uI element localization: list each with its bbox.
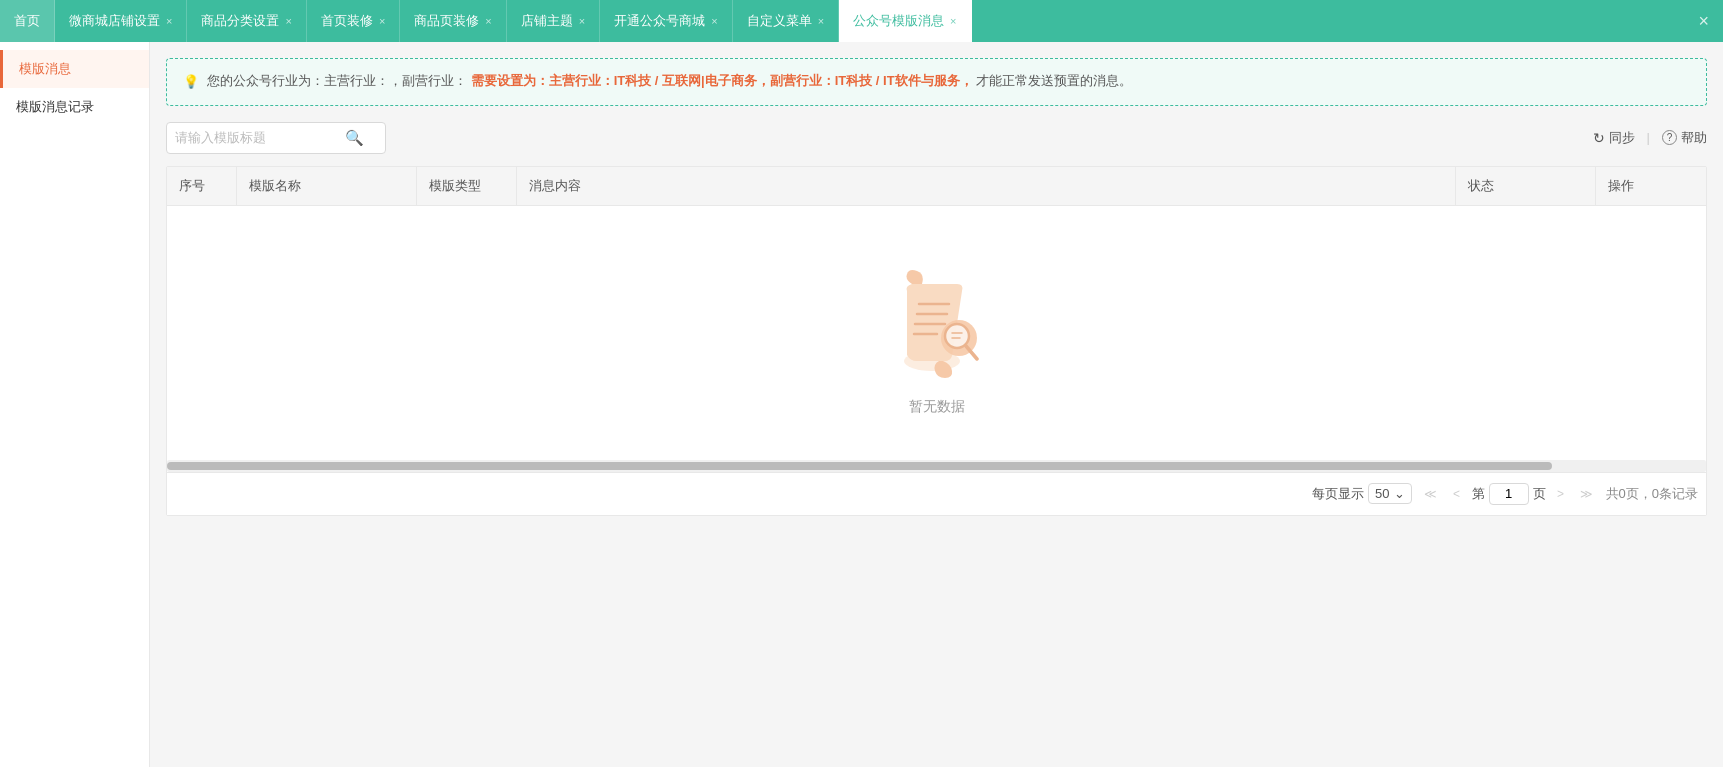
nav-tab-home-decor-label: 首页装修 <box>321 12 373 30</box>
nav-tab-shop-theme[interactable]: 店铺主题 × <box>507 0 600 42</box>
empty-illustration <box>877 266 997 386</box>
nav-tab-home-label: 首页 <box>14 12 40 30</box>
nav-tab-template-msg[interactable]: 公众号模版消息 × <box>839 0 971 42</box>
empty-state: 暂无数据 <box>167 206 1706 456</box>
close-icon[interactable]: × <box>818 15 824 27</box>
help-button[interactable]: ? 帮助 <box>1662 129 1707 147</box>
table-header: 序号 模版名称 模版类型 消息内容 状态 操作 <box>167 167 1706 206</box>
sync-label: 同步 <box>1609 129 1635 147</box>
data-table: 序号 模版名称 模版类型 消息内容 状态 操作 <box>166 166 1707 516</box>
close-icon[interactable]: × <box>285 15 291 27</box>
nav-tab-custom-menu[interactable]: 自定义菜单 × <box>733 0 839 42</box>
last-page-button[interactable]: ≫ <box>1576 483 1598 505</box>
next-page-button[interactable]: > <box>1550 483 1572 505</box>
page-size-label: 每页显示 <box>1312 485 1364 503</box>
page-size-dropdown[interactable]: 50 ⌄ <box>1368 483 1411 504</box>
chevron-down-icon: ⌄ <box>1394 486 1405 501</box>
nav-tab-template-msg-label: 公众号模版消息 <box>853 12 944 30</box>
page-size-select: 每页显示 50 ⌄ <box>1312 483 1411 504</box>
nav-tab-category-setting[interactable]: 商品分类设置 × <box>187 0 306 42</box>
top-nav: 首页 微商城店铺设置 × 商品分类设置 × 首页装修 × 商品页装修 × 店铺主… <box>0 0 1723 42</box>
nav-tab-home-decor[interactable]: 首页装修 × <box>307 0 400 42</box>
info-banner-text: 您的公众号行业为：主营行业：，副营行业： 需要设置为：主营行业：IT科技 / 互… <box>207 71 1132 92</box>
nav-tab-shop-theme-label: 店铺主题 <box>521 12 573 30</box>
sidebar-item-template-msg[interactable]: 模版消息 <box>0 50 149 88</box>
help-icon: ? <box>1662 130 1677 145</box>
nav-tab-custom-menu-label: 自定义菜单 <box>747 12 812 30</box>
search-input-wrap[interactable]: 🔍 <box>166 122 386 154</box>
bulb-icon: 💡 <box>183 72 199 93</box>
page-size-value: 50 <box>1375 486 1389 501</box>
nav-tab-open-mall-label: 开通公众号商城 <box>614 12 705 30</box>
sync-icon: ↻ <box>1593 130 1605 146</box>
sidebar: 模版消息 模版消息记录 <box>0 42 150 767</box>
search-icon[interactable]: 🔍 <box>345 129 364 147</box>
close-icon[interactable]: × <box>485 15 491 27</box>
nav-tab-category-setting-label: 商品分类设置 <box>201 12 279 30</box>
pagination: 每页显示 50 ⌄ ≪ < 第 页 > ≫ 共0页，0条记录 <box>167 472 1706 515</box>
nav-tab-shop-setting-label: 微商城店铺设置 <box>69 12 160 30</box>
info-banner: 💡 您的公众号行业为：主营行业：，副营行业： 需要设置为：主营行业：IT科技 /… <box>166 58 1707 106</box>
info-prefix: 您的公众号行业为：主营行业：，副营行业： <box>207 73 467 88</box>
th-seq: 序号 <box>167 167 237 205</box>
horizontal-scrollbar[interactable] <box>167 460 1706 472</box>
sidebar-item-template-msg-log-label: 模版消息记录 <box>16 99 94 114</box>
nav-tab-home[interactable]: 首页 <box>0 0 55 42</box>
nav-tab-shop-setting[interactable]: 微商城店铺设置 × <box>55 0 187 42</box>
search-input[interactable] <box>175 130 345 145</box>
th-action: 操作 <box>1596 167 1706 205</box>
close-icon[interactable]: × <box>711 15 717 27</box>
empty-text: 暂无数据 <box>909 398 965 416</box>
page-prefix-label: 第 <box>1472 485 1485 503</box>
close-icon[interactable]: × <box>166 15 172 27</box>
divider: | <box>1647 130 1650 145</box>
page-number-input[interactable] <box>1489 483 1529 505</box>
page-nav: ≪ < 第 页 > ≫ <box>1420 483 1598 505</box>
sidebar-item-template-msg-label: 模版消息 <box>19 61 71 76</box>
info-suffix: 才能正常发送预置的消息。 <box>976 73 1132 88</box>
page-unit-label: 页 <box>1533 485 1546 503</box>
nav-tab-open-mall[interactable]: 开通公众号商城 × <box>600 0 732 42</box>
content-area: 💡 您的公众号行业为：主营行业：，副营行业： 需要设置为：主营行业：IT科技 /… <box>150 42 1723 767</box>
info-highlight: 需要设置为：主营行业：IT科技 / 互联网|电子商务，副营行业：IT科技 / I… <box>471 73 973 88</box>
th-status: 状态 <box>1456 167 1596 205</box>
search-actions: ↻ 同步 | ? 帮助 <box>1593 129 1707 147</box>
sync-button[interactable]: ↻ 同步 <box>1593 129 1635 147</box>
sidebar-item-template-msg-log[interactable]: 模版消息记录 <box>0 88 149 126</box>
th-name: 模版名称 <box>237 167 417 205</box>
prev-page-button[interactable]: < <box>1446 483 1468 505</box>
close-icon[interactable]: × <box>950 15 956 27</box>
main-layout: 模版消息 模版消息记录 💡 您的公众号行业为：主营行业：，副营行业： 需要设置为… <box>0 42 1723 767</box>
close-icon[interactable]: × <box>379 15 385 27</box>
th-content: 消息内容 <box>517 167 1456 205</box>
first-page-button[interactable]: ≪ <box>1420 483 1442 505</box>
scrollbar-thumb[interactable] <box>167 462 1552 470</box>
nav-tab-product-decor-label: 商品页装修 <box>414 12 479 30</box>
nav-tab-product-decor[interactable]: 商品页装修 × <box>400 0 506 42</box>
total-info: 共0页，0条记录 <box>1606 485 1698 503</box>
close-all-button[interactable]: × <box>1684 11 1723 32</box>
close-icon[interactable]: × <box>579 15 585 27</box>
search-bar: 🔍 ↻ 同步 | ? 帮助 <box>166 122 1707 154</box>
help-label: 帮助 <box>1681 129 1707 147</box>
th-type: 模版类型 <box>417 167 517 205</box>
